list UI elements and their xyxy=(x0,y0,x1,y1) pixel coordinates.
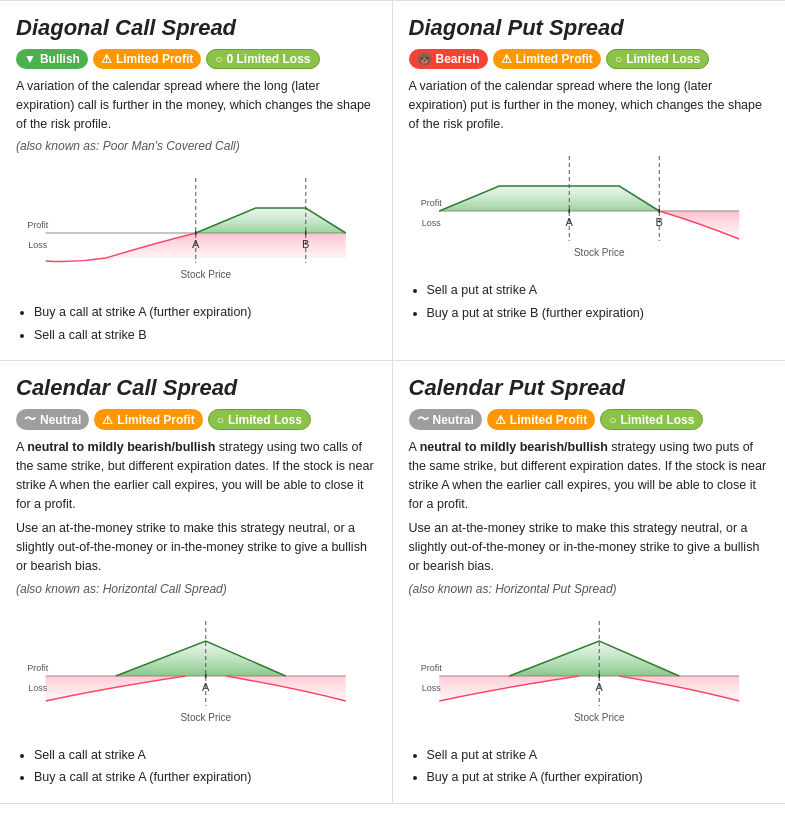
diagonal-call-chart: A B Profit Loss Stock Price xyxy=(16,163,376,293)
svg-text:Profit: Profit xyxy=(27,663,49,673)
bullet-8: Buy a put at strike A (further expiratio… xyxy=(427,766,770,789)
bullet-7: Sell a put at strike A xyxy=(427,744,770,767)
svg-text:Loss: Loss xyxy=(421,683,441,693)
calendar-call-desc2: Use an at-the-money strike to make this … xyxy=(16,519,376,575)
svg-text:Profit: Profit xyxy=(420,198,442,208)
bold-text-2: neutral to mildly bearish/bullish xyxy=(420,440,608,454)
neutral-icon: 〜 xyxy=(24,411,36,428)
calendar-call-spread-cell: Calendar Call Spread 〜 Neutral ⚠ Limited… xyxy=(0,361,393,803)
svg-text:B: B xyxy=(302,238,309,250)
bullet-4: Buy a put at strike B (further expiratio… xyxy=(427,302,770,325)
calendar-put-spread-title: Calendar Put Spread xyxy=(409,375,770,401)
limited-loss-badge: ○ 0 Limited Loss xyxy=(206,49,319,69)
diagonal-put-spread-desc: A variation of the calendar spread where… xyxy=(409,77,770,133)
diagonal-call-spread-also-known: (also known as: Poor Man's Covered Call) xyxy=(16,139,376,153)
svg-text:A: A xyxy=(565,216,573,228)
diagonal-put-spread-badges: 🐻 Bearish ⚠ Limited Profit ○ Limited Los… xyxy=(409,49,770,69)
limited-loss-badge-2: ○ Limited Loss xyxy=(606,49,709,69)
limited-loss-badge-4: ○ Limited Loss xyxy=(600,409,703,430)
bearish-icon: 🐻 xyxy=(417,52,432,66)
neutral-badge-2: 〜 Neutral xyxy=(409,409,482,430)
limited-profit-badge-3: ⚠ Limited Profit xyxy=(94,409,202,430)
limited-profit-badge-4: ⚠ Limited Profit xyxy=(487,409,595,430)
bearish-badge: 🐻 Bearish xyxy=(409,49,488,69)
svg-text:Loss: Loss xyxy=(28,240,48,250)
svg-text:A: A xyxy=(595,681,603,693)
circle-icon-4: ○ xyxy=(609,413,616,427)
svg-text:Profit: Profit xyxy=(27,220,49,230)
neutral-icon-2: 〜 xyxy=(417,411,429,428)
bullet-2: Sell a call at strike B xyxy=(34,324,376,347)
calendar-call-desc1: A neutral to mildly bearish/bullish stra… xyxy=(16,438,376,513)
bullish-icon: ▼ xyxy=(24,52,36,66)
svg-text:Stock Price: Stock Price xyxy=(573,712,624,723)
bullet-3: Sell a put at strike A xyxy=(427,279,770,302)
bullish-badge: ▼ Bullish xyxy=(16,49,88,69)
limited-profit-badge: ⚠ Limited Profit xyxy=(93,49,201,69)
diagonal-call-spread-badges: ▼ Bullish ⚠ Limited Profit ○ 0 Limited L… xyxy=(16,49,376,69)
svg-text:Loss: Loss xyxy=(28,683,48,693)
circle-icon-2: ○ xyxy=(615,52,622,66)
diagonal-call-spread-title: Diagonal Call Spread xyxy=(16,15,376,41)
diagonal-put-chart: A B Profit Loss Stock Price xyxy=(409,141,770,271)
diagonal-call-bullets: Buy a call at strike A (further expirati… xyxy=(16,301,376,346)
circle-icon: ○ xyxy=(215,52,222,66)
triangle-icon-4: ⚠ xyxy=(495,413,506,427)
triangle-icon-2: ⚠ xyxy=(501,52,512,66)
svg-text:Profit: Profit xyxy=(420,663,442,673)
bullet-6: Buy a call at strike A (further expirati… xyxy=(34,766,376,789)
calendar-put-chart: A Profit Loss Stock Price xyxy=(409,606,770,736)
diagonal-put-spread-title: Diagonal Put Spread xyxy=(409,15,770,41)
diagonal-call-spread-cell: Diagonal Call Spread ▼ Bullish ⚠ Limited… xyxy=(0,1,393,361)
bullet-1: Buy a call at strike A (further expirati… xyxy=(34,301,376,324)
neutral-badge: 〜 Neutral xyxy=(16,409,89,430)
calendar-call-spread-badges: 〜 Neutral ⚠ Limited Profit ○ Limited Los… xyxy=(16,409,376,430)
calendar-put-desc2: Use an at-the-money strike to make this … xyxy=(409,519,770,575)
triangle-icon-3: ⚠ xyxy=(102,413,113,427)
bullet-5: Sell a call at strike A xyxy=(34,744,376,767)
calendar-put-spread-cell: Calendar Put Spread 〜 Neutral ⚠ Limited … xyxy=(393,361,786,803)
svg-text:A: A xyxy=(202,681,210,693)
calendar-put-desc1: A neutral to mildly bearish/bullish stra… xyxy=(409,438,770,513)
calendar-put-spread-badges: 〜 Neutral ⚠ Limited Profit ○ Limited Los… xyxy=(409,409,770,430)
calendar-call-chart: A Profit Loss Stock Price xyxy=(16,606,376,736)
diagonal-put-spread-cell: Diagonal Put Spread 🐻 Bearish ⚠ Limited … xyxy=(393,1,786,361)
svg-text:Loss: Loss xyxy=(421,218,441,228)
diagonal-put-bullets: Sell a put at strike A Buy a put at stri… xyxy=(409,279,770,324)
diagonal-call-spread-desc: A variation of the calendar spread where… xyxy=(16,77,376,133)
svg-text:B: B xyxy=(655,216,662,228)
calendar-put-bullets: Sell a put at strike A Buy a put at stri… xyxy=(409,744,770,789)
limited-profit-badge-2: ⚠ Limited Profit xyxy=(493,49,601,69)
limited-loss-badge-3: ○ Limited Loss xyxy=(208,409,311,430)
svg-text:Stock Price: Stock Price xyxy=(180,712,231,723)
calendar-call-also-known: (also known as: Horizontal Call Spread) xyxy=(16,582,376,596)
circle-icon-3: ○ xyxy=(217,413,224,427)
triangle-icon: ⚠ xyxy=(101,52,112,66)
calendar-call-bullets: Sell a call at strike A Buy a call at st… xyxy=(16,744,376,789)
svg-text:Stock Price: Stock Price xyxy=(180,269,231,280)
calendar-call-spread-title: Calendar Call Spread xyxy=(16,375,376,401)
calendar-put-also-known: (also known as: Horizontal Put Spread) xyxy=(409,582,770,596)
svg-text:A: A xyxy=(192,238,200,250)
svg-text:Stock Price: Stock Price xyxy=(573,247,624,258)
bold-text-1: neutral to mildly bearish/bullish xyxy=(27,440,215,454)
